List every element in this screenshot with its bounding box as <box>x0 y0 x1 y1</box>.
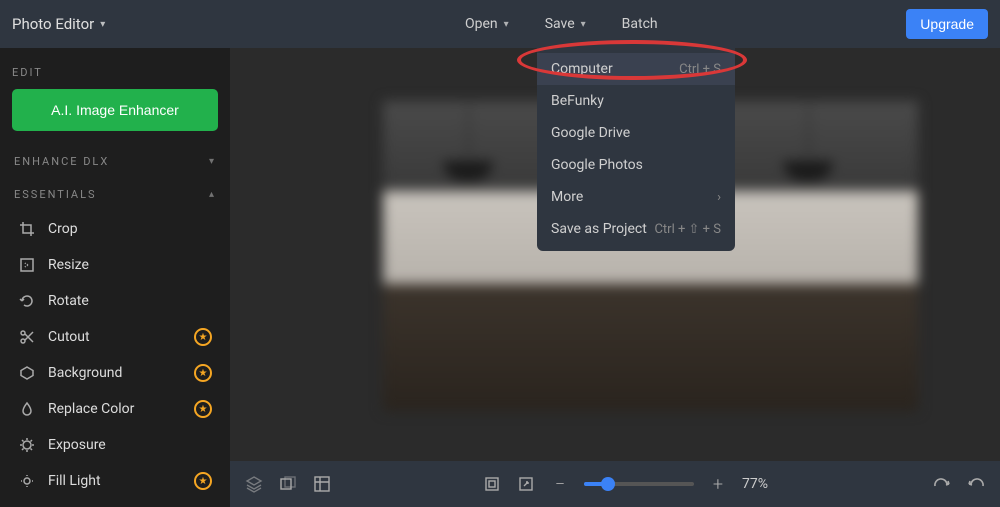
chevron-right-icon: › <box>717 190 721 205</box>
zoom-slider[interactable] <box>584 482 694 486</box>
premium-star-icon: ★ <box>194 364 212 382</box>
tool-replace-color[interactable]: Replace Color ★ <box>0 391 230 427</box>
fit-screen-icon[interactable] <box>482 474 502 494</box>
app-title-dropdown[interactable]: Photo Editor ▾ <box>12 15 105 33</box>
menu-batch[interactable]: Batch <box>622 16 658 32</box>
chevron-down-icon: ▾ <box>581 19 586 30</box>
drop-icon <box>18 400 36 418</box>
chevron-up-icon: ▴ <box>209 189 216 200</box>
upgrade-button[interactable]: Upgrade <box>906 9 988 39</box>
edit-label: EDIT <box>0 48 230 89</box>
background-icon <box>18 364 36 382</box>
chevron-down-icon: ▾ <box>504 19 509 30</box>
section-essentials[interactable]: ESSENTIALS ▴ <box>0 178 230 211</box>
menu-save[interactable]: Save ▾ <box>545 16 586 32</box>
layers-icon[interactable] <box>244 474 264 494</box>
undo-icon[interactable] <box>966 474 986 494</box>
scissors-icon <box>18 328 36 346</box>
dropdown-item-google-drive[interactable]: Google Drive <box>537 117 735 149</box>
bottom-bar: − + 77% <box>230 461 1000 507</box>
tool-resize[interactable]: Resize <box>0 247 230 283</box>
dropdown-item-computer[interactable]: Computer Ctrl + S <box>537 53 735 85</box>
dropdown-item-save-as-project[interactable]: Save as Project Ctrl + ⇧ + S <box>537 213 735 245</box>
premium-star-icon: ★ <box>194 400 212 418</box>
tool-rotate[interactable]: Rotate <box>0 283 230 319</box>
chevron-down-icon: ▾ <box>100 19 105 30</box>
tool-cutout[interactable]: Cutout ★ <box>0 319 230 355</box>
resize-icon <box>18 256 36 274</box>
tool-fill-light[interactable]: Fill Light ★ <box>0 463 230 499</box>
chevron-down-icon: ▾ <box>209 156 216 167</box>
top-bar: Photo Editor ▾ Open ▾ Save ▾ Batch Upgra… <box>0 0 1000 48</box>
dropdown-item-more[interactable]: More › <box>537 181 735 213</box>
zoom-slider-knob[interactable] <box>601 477 615 491</box>
fill-light-icon <box>18 472 36 490</box>
dropdown-item-befunky[interactable]: BeFunky <box>537 85 735 117</box>
zoom-out-icon[interactable]: − <box>550 474 570 494</box>
tool-background[interactable]: Background ★ <box>0 355 230 391</box>
exposure-icon <box>18 436 36 454</box>
menu-open[interactable]: Open ▾ <box>465 16 509 32</box>
ai-image-enhancer-button[interactable]: A.I. Image Enhancer <box>12 89 218 131</box>
crop-icon <box>18 220 36 238</box>
premium-star-icon: ★ <box>194 328 212 346</box>
sidebar: EDIT A.I. Image Enhancer ENHANCE DLX ▾ E… <box>0 48 230 507</box>
app-title: Photo Editor <box>12 15 94 33</box>
grid-icon[interactable] <box>312 474 332 494</box>
tool-crop[interactable]: Crop <box>0 211 230 247</box>
dropdown-item-google-photos[interactable]: Google Photos <box>537 149 735 181</box>
zoom-in-icon[interactable]: + <box>708 474 728 494</box>
tool-exposure[interactable]: Exposure <box>0 427 230 463</box>
rotate-icon <box>18 292 36 310</box>
expand-icon[interactable] <box>516 474 536 494</box>
save-dropdown: Computer Ctrl + S BeFunky Google Drive G… <box>537 47 735 251</box>
premium-star-icon: ★ <box>194 472 212 490</box>
redo-icon[interactable] <box>932 474 952 494</box>
canvas-area: Computer Ctrl + S BeFunky Google Drive G… <box>230 48 1000 507</box>
zoom-percent: 77% <box>742 476 782 492</box>
compare-icon[interactable] <box>278 474 298 494</box>
section-enhance-dlx[interactable]: ENHANCE DLX ▾ <box>0 145 230 178</box>
